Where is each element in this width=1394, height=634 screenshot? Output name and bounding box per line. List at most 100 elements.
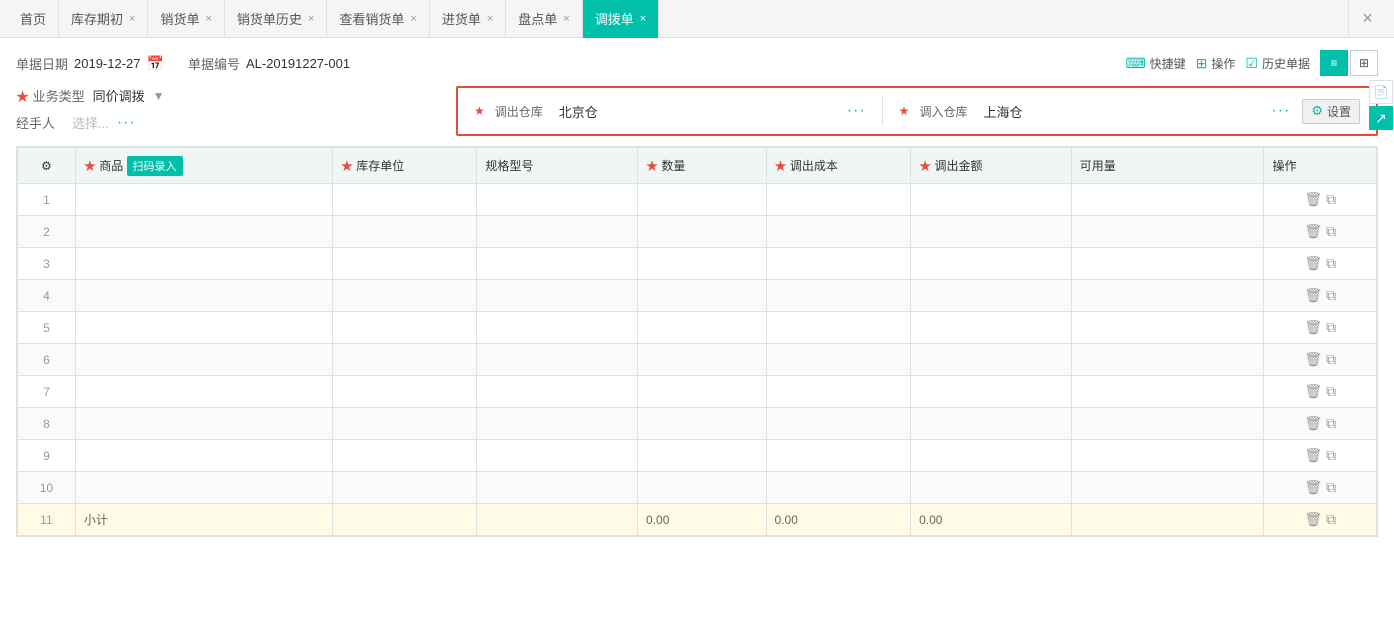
copy-row-icon[interactable]: ⧉	[1326, 351, 1336, 367]
tab-inventory-init-close[interactable]: ×	[129, 13, 135, 25]
copy-row-icon[interactable]: ⧉	[1326, 319, 1336, 335]
cell-spec[interactable]	[477, 408, 638, 440]
cell-product[interactable]	[75, 472, 332, 504]
cell-cost[interactable]: 0.00	[766, 504, 911, 536]
cell-spec[interactable]	[477, 376, 638, 408]
tab-home[interactable]: 首页	[8, 0, 59, 38]
delete-row-icon[interactable]: 🗑	[1304, 319, 1322, 335]
cell-unit[interactable]	[332, 344, 477, 376]
window-close-button[interactable]: ×	[1348, 0, 1386, 38]
tab-view-sales[interactable]: 查看销货单 ×	[327, 0, 429, 38]
cell-unit[interactable]	[332, 504, 477, 536]
cell-unit[interactable]	[332, 248, 477, 280]
settings-button[interactable]: ⚙ 设置	[1302, 99, 1360, 124]
cell-product[interactable]	[75, 344, 332, 376]
cell-product[interactable]	[75, 184, 332, 216]
tab-purchase[interactable]: 进货单 ×	[430, 0, 506, 38]
delete-row-icon[interactable]: 🗑	[1304, 255, 1322, 271]
cell-product[interactable]	[75, 440, 332, 472]
cell-qty[interactable]	[638, 408, 767, 440]
cell-cost[interactable]	[766, 376, 911, 408]
shortcuts-button[interactable]: ⌨ 快捷键	[1125, 55, 1185, 72]
tab-sales-order[interactable]: 销货单 ×	[148, 0, 224, 38]
cell-cost[interactable]	[766, 408, 911, 440]
cell-product[interactable]	[75, 216, 332, 248]
biz-type-dropdown-icon[interactable]: ▼	[153, 89, 165, 103]
cell-unit[interactable]	[332, 408, 477, 440]
cell-spec[interactable]	[477, 184, 638, 216]
cell-amount[interactable]: 0.00	[911, 504, 1072, 536]
copy-row-icon[interactable]: ⧉	[1326, 255, 1336, 271]
cell-unit[interactable]	[332, 312, 477, 344]
cell-unit[interactable]	[332, 472, 477, 504]
delete-row-icon[interactable]: 🗑	[1304, 223, 1322, 239]
cell-amount[interactable]	[911, 248, 1072, 280]
operations-button[interactable]: ⊞ 操作	[1196, 55, 1236, 72]
cell-amount[interactable]	[911, 216, 1072, 248]
delete-row-icon[interactable]: 🗑	[1304, 383, 1322, 399]
delete-row-icon[interactable]: 🗑	[1304, 287, 1322, 303]
cell-amount[interactable]	[911, 280, 1072, 312]
cell-amount[interactable]	[911, 344, 1072, 376]
tab-stocktake-close[interactable]: ×	[563, 13, 569, 25]
tab-sales-history[interactable]: 销货单历史 ×	[225, 0, 327, 38]
cell-qty[interactable]	[638, 184, 767, 216]
cell-cost[interactable]	[766, 344, 911, 376]
copy-row-icon[interactable]: ⧉	[1326, 191, 1336, 207]
tab-sales-history-close[interactable]: ×	[308, 13, 314, 25]
sidebar-expand-button[interactable]: ↗	[1369, 106, 1393, 130]
cell-cost[interactable]	[766, 472, 911, 504]
cell-amount[interactable]	[911, 312, 1072, 344]
sidebar-doc-button[interactable]: 📄	[1369, 80, 1393, 104]
tab-sales-order-close[interactable]: ×	[205, 13, 211, 25]
cell-spec[interactable]	[477, 472, 638, 504]
cell-spec[interactable]	[477, 280, 638, 312]
cell-cost[interactable]	[766, 440, 911, 472]
calendar-icon[interactable]: 📅	[147, 55, 164, 72]
delete-row-icon[interactable]: 🗑	[1304, 511, 1322, 527]
cell-qty[interactable]	[638, 248, 767, 280]
delete-row-icon[interactable]: 🗑	[1304, 479, 1322, 495]
tab-stocktake[interactable]: 盘点单 ×	[506, 0, 582, 38]
cell-qty[interactable]	[638, 440, 767, 472]
cell-spec[interactable]	[477, 344, 638, 376]
copy-row-icon[interactable]: ⧉	[1326, 223, 1336, 239]
cell-product[interactable]	[75, 280, 332, 312]
cell-amount[interactable]	[911, 408, 1072, 440]
cell-qty[interactable]	[638, 312, 767, 344]
cell-spec[interactable]	[477, 216, 638, 248]
history-button[interactable]: ☑ 历史单据	[1245, 55, 1310, 72]
cell-cost[interactable]	[766, 312, 911, 344]
tab-view-sales-close[interactable]: ×	[410, 13, 416, 25]
in-warehouse-more-icon[interactable]: ···	[1271, 102, 1290, 120]
cell-spec[interactable]	[477, 504, 638, 536]
copy-row-icon[interactable]: ⧉	[1326, 479, 1336, 495]
cell-qty[interactable]	[638, 280, 767, 312]
cell-cost[interactable]	[766, 280, 911, 312]
list-view-button[interactable]: ≡	[1320, 50, 1348, 76]
tab-transfer-close[interactable]: ×	[640, 13, 646, 25]
cell-product[interactable]	[75, 408, 332, 440]
cell-cost[interactable]	[766, 248, 911, 280]
cell-spec[interactable]	[477, 440, 638, 472]
scan-button[interactable]: 扫码录入	[127, 156, 183, 176]
cell-qty[interactable]	[638, 344, 767, 376]
cell-cost[interactable]	[766, 184, 911, 216]
cell-amount[interactable]	[911, 472, 1072, 504]
copy-row-icon[interactable]: ⧉	[1326, 383, 1336, 399]
cell-spec[interactable]	[477, 312, 638, 344]
delete-row-icon[interactable]: 🗑	[1304, 447, 1322, 463]
cell-unit[interactable]	[332, 216, 477, 248]
cell-amount[interactable]	[911, 440, 1072, 472]
cell-cost[interactable]	[766, 216, 911, 248]
cell-unit[interactable]	[332, 376, 477, 408]
copy-row-icon[interactable]: ⧉	[1326, 287, 1336, 303]
cell-unit[interactable]	[332, 440, 477, 472]
cell-amount[interactable]	[911, 376, 1072, 408]
cell-amount[interactable]	[911, 184, 1072, 216]
delete-row-icon[interactable]: 🗑	[1304, 415, 1322, 431]
tab-inventory-init[interactable]: 库存期初 ×	[59, 0, 148, 38]
grid-view-button[interactable]: ⊞	[1350, 50, 1378, 76]
cell-unit[interactable]	[332, 184, 477, 216]
copy-row-icon[interactable]: ⧉	[1326, 511, 1336, 527]
